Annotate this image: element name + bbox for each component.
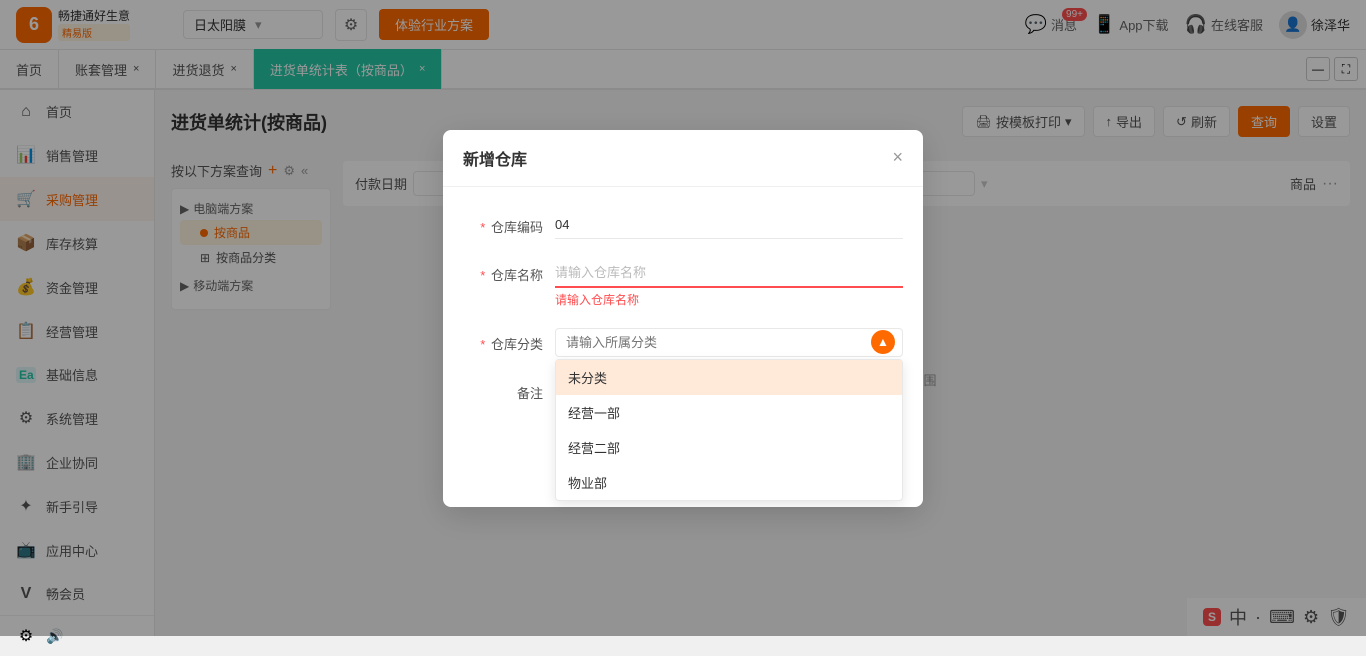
remark-label: 备注 — [463, 377, 543, 402]
required-star: * — [480, 220, 485, 235]
modal-header: 新增仓库 × — [443, 130, 923, 187]
dropdown-option-dept2[interactable]: 经营二部 — [556, 430, 902, 465]
dropdown-option-dept1[interactable]: 经营一部 — [556, 395, 902, 430]
warehouse-category-input[interactable] — [555, 328, 903, 357]
warehouse-code-input[interactable] — [555, 211, 903, 239]
category-dropdown-toggle[interactable]: ▲ — [871, 330, 895, 354]
category-dropdown-list: 未分类 经营一部 经营二部 物业部 — [555, 359, 903, 501]
warehouse-category-row: * 仓库分类 ▲ 未分类 经营一部 — [463, 328, 903, 357]
dropdown-option-property[interactable]: 物业部 — [556, 465, 902, 500]
warehouse-name-row: * 仓库名称 请输入仓库名称 — [463, 259, 903, 308]
chevron-up-icon: ▲ — [877, 335, 889, 349]
warehouse-code-row: * 仓库编码 — [463, 211, 903, 239]
required-star3: * — [480, 337, 485, 352]
modal-overlay: 新增仓库 × * 仓库编码 * 仓库名称 — [0, 0, 1366, 636]
name-control-wrap: 请输入仓库名称 — [555, 259, 903, 308]
dropdown-option-uncategorized[interactable]: 未分类 — [556, 360, 902, 395]
name-error-message: 请输入仓库名称 — [555, 291, 903, 308]
modal-title: 新增仓库 — [463, 146, 527, 170]
code-control-wrap — [555, 211, 903, 239]
modal-close-button[interactable]: × — [892, 147, 903, 168]
category-label: * 仓库分类 — [463, 328, 543, 353]
warehouse-name-input[interactable] — [555, 259, 903, 288]
code-label: * 仓库编码 — [463, 211, 543, 236]
new-warehouse-modal: 新增仓库 × * 仓库编码 * 仓库名称 — [443, 130, 923, 507]
required-star2: * — [480, 268, 485, 283]
modal-body: * 仓库编码 * 仓库名称 请输入仓库名称 — [443, 187, 923, 452]
name-label: * 仓库名称 — [463, 259, 543, 284]
category-control-wrap: ▲ 未分类 经营一部 经营二部 物业部 — [555, 328, 903, 357]
